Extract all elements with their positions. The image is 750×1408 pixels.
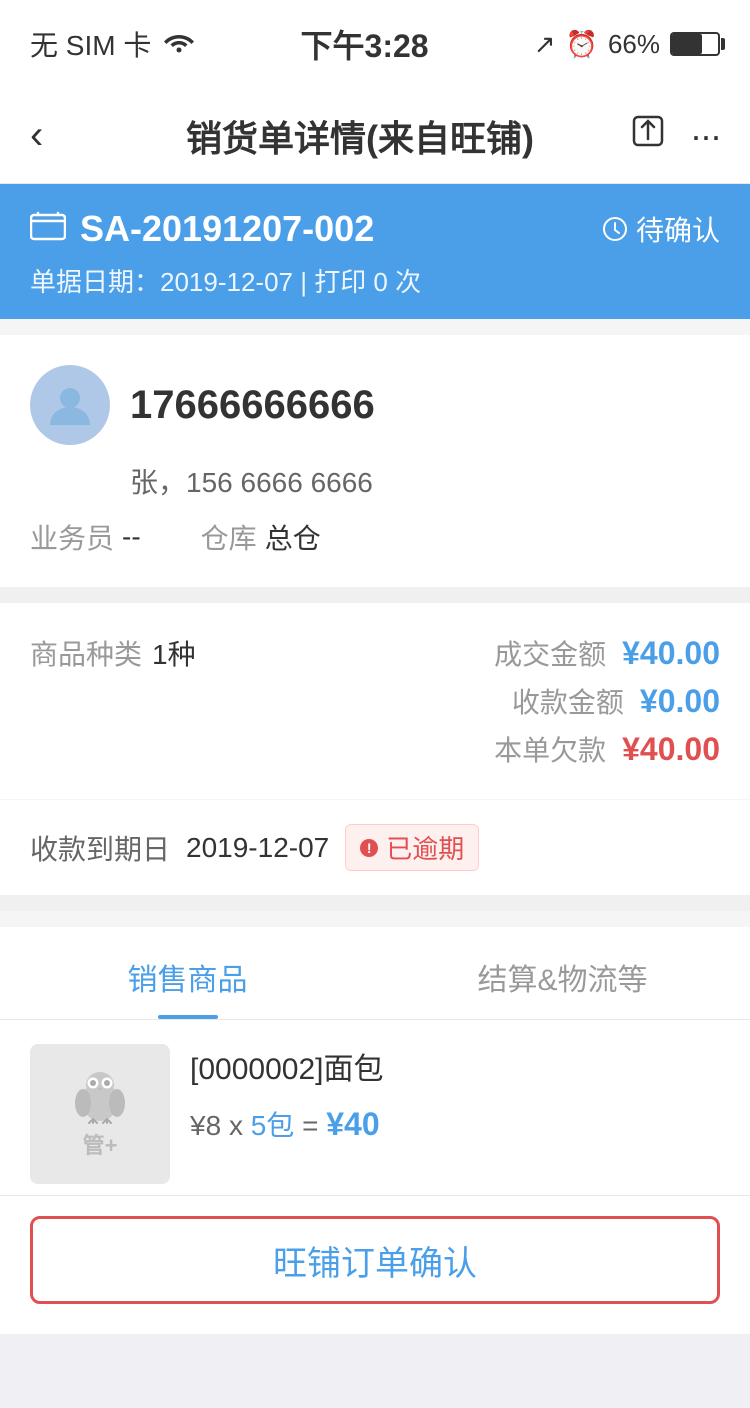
due-date-section: 收款到期日 2019-12-07 ! 已逾期 (0, 800, 750, 895)
salesperson-value: -- (122, 521, 141, 553)
alarm-icon: ⏰ (566, 29, 598, 60)
product-type-label: 商品种类 (30, 633, 142, 673)
due-label: 收款到期日 (30, 828, 170, 868)
share-button[interactable] (630, 113, 666, 158)
location-icon: ↗ (534, 29, 556, 60)
order-status: 待确认 (602, 209, 720, 249)
order-banner: SA-20191207-002 待确认 单据日期：2019-12-07 | 打印… (0, 184, 750, 319)
received-label: 收款金额 (512, 681, 624, 721)
equals-sign: = (302, 1110, 326, 1141)
section-divider-1 (0, 587, 750, 603)
customer-meta: 业务员 -- 仓库 总仓 (30, 517, 720, 557)
brand-label: 管+ (83, 1128, 118, 1160)
status-right: ↗ ⏰ 66% (534, 29, 720, 60)
product-price: ¥8 x 5包 = ¥40 (190, 1104, 720, 1144)
due-date-value: 2019-12-07 (186, 832, 329, 864)
price-value: ¥8 (190, 1110, 221, 1141)
amounts: 成交金额 ¥40.00 收款金额 ¥0.00 本单欠款 ¥40.00 (494, 633, 720, 769)
customer-phone: 17666666666 (130, 383, 375, 428)
received-value: ¥0.00 (640, 683, 720, 720)
salesperson-label: 业务员 (30, 517, 114, 557)
product-thumbnail: 管+ (30, 1044, 170, 1184)
avatar (30, 365, 110, 445)
transaction-value: ¥40.00 (622, 635, 720, 672)
more-button[interactable]: ··· (690, 115, 720, 157)
product-list: 管+ [0000002]面包 ¥8 x 5包 = ¥40 (0, 1020, 750, 1208)
overdue-icon: ! (360, 839, 378, 857)
order-meta: 单据日期：2019-12-07 | 打印 0 次 (30, 262, 720, 299)
summary-section: 商品种类 1种 成交金额 ¥40.00 收款金额 ¥0.00 本单欠款 ¥40.… (0, 603, 750, 799)
product-qty: 5包 (251, 1110, 295, 1141)
tab-settlement[interactable]: 结算&物流等 (375, 927, 750, 1019)
back-button[interactable]: ‹ (30, 113, 90, 158)
transaction-label: 成交金额 (494, 633, 606, 673)
wifi-icon (163, 28, 195, 60)
tab-sales-products[interactable]: 销售商品 (0, 927, 375, 1019)
product-info: [0000002]面包 ¥8 x 5包 = ¥40 (190, 1044, 720, 1144)
status-left: 无 SIM 卡 (30, 24, 195, 64)
carrier-text: 无 SIM 卡 (30, 24, 151, 64)
customer-section: 17666666666 张，156 6666 6666 业务员 -- 仓库 总仓 (0, 335, 750, 587)
battery-percent: 66% (608, 29, 660, 60)
tab-bar: 销售商品 结算&物流等 (0, 927, 750, 1020)
owed-value: ¥40.00 (622, 731, 720, 768)
confirm-order-button[interactable]: 旺铺订单确认 (30, 1216, 720, 1304)
order-id: SA-20191207-002 (30, 208, 374, 250)
customer-name: 张，156 6666 6666 (30, 461, 720, 501)
order-icon (30, 208, 66, 250)
page-title: 销货单详情(来自旺铺) (90, 110, 630, 162)
time-display: 下午3:28 (301, 21, 429, 67)
warehouse-value: 总仓 (265, 517, 321, 557)
section-divider-2 (0, 895, 750, 911)
product-name: [0000002]面包 (190, 1044, 720, 1088)
overdue-text: 已逾期 (386, 829, 464, 866)
multiply-sign: x (229, 1110, 251, 1141)
table-row: 管+ [0000002]面包 ¥8 x 5包 = ¥40 (30, 1044, 720, 1184)
nav-bar: ‹ 销货单详情(来自旺铺) ··· (0, 88, 750, 184)
owed-label: 本单欠款 (494, 729, 606, 769)
bottom-action-bar: 旺铺订单确认 (0, 1195, 750, 1334)
battery-icon (670, 32, 720, 56)
product-type-value: 1种 (152, 633, 196, 673)
overdue-badge: ! 已逾期 (345, 824, 479, 871)
product-total: ¥40 (326, 1106, 379, 1142)
warehouse-label: 仓库 (201, 517, 257, 557)
tabs-section: 销售商品 结算&物流等 (0, 927, 750, 1208)
nav-actions: ··· (630, 113, 720, 158)
status-bar: 无 SIM 卡 下午3:28 ↗ ⏰ 66% (0, 0, 750, 88)
